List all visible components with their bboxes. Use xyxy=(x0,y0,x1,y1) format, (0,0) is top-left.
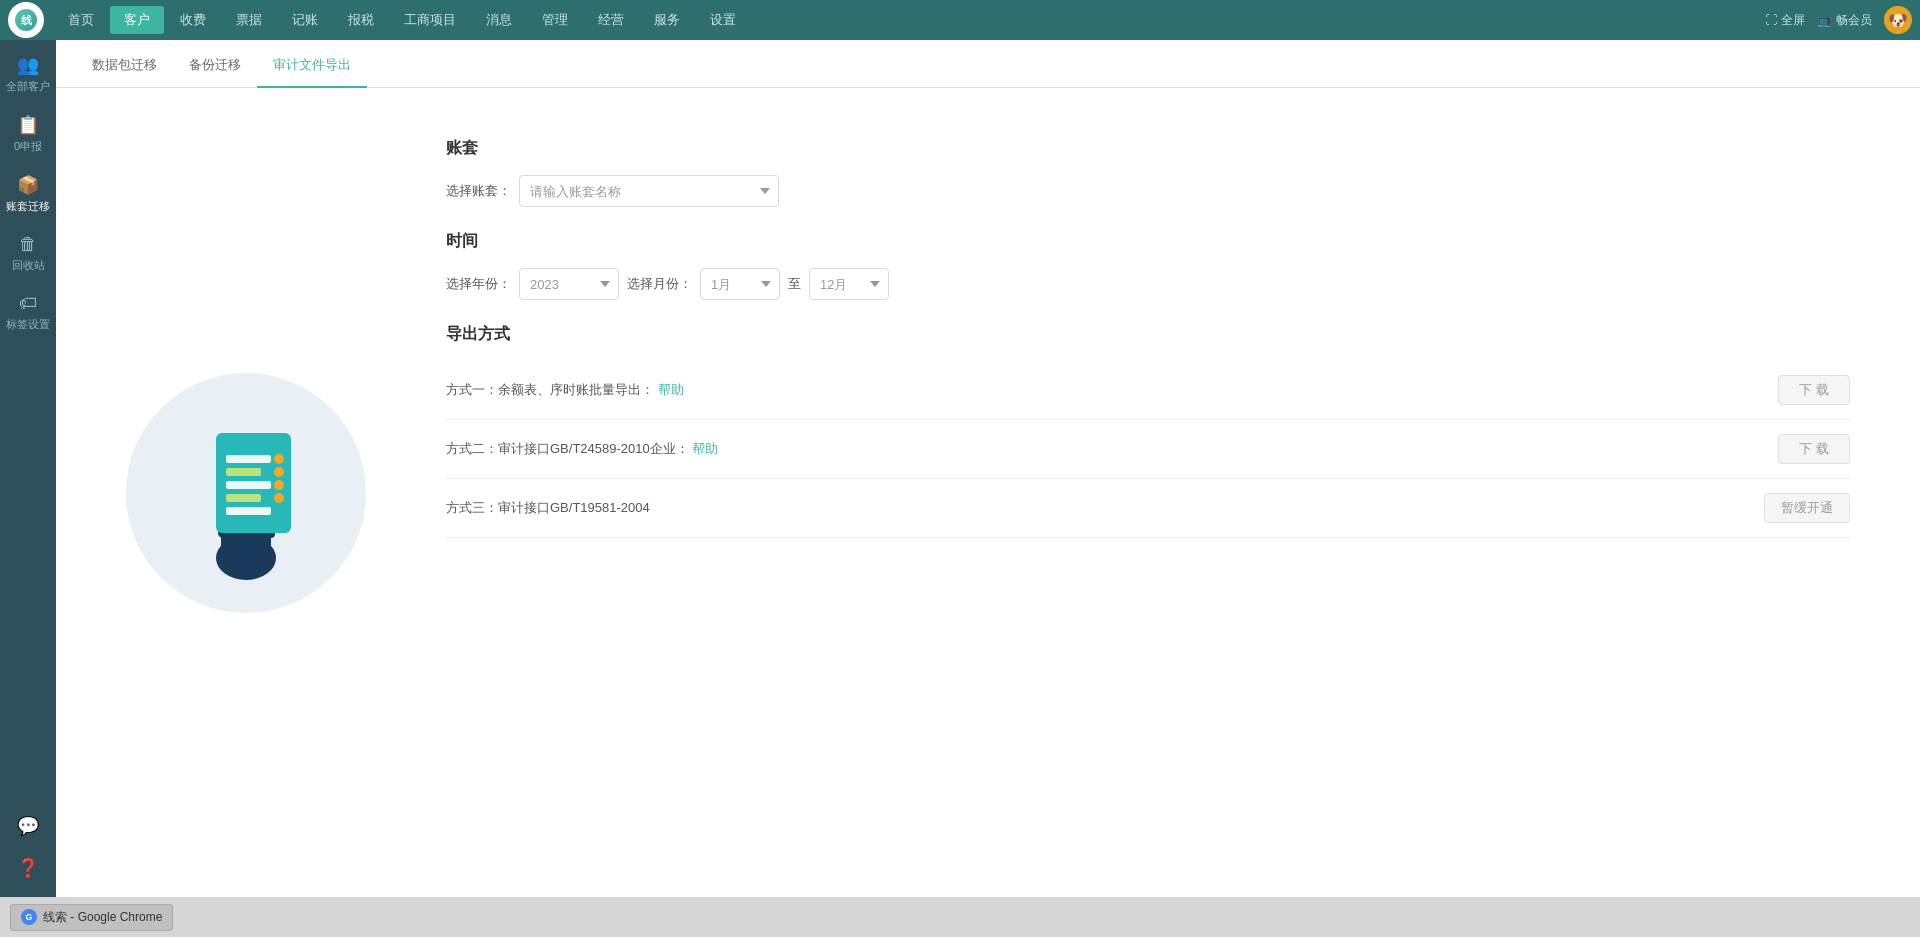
svg-point-16 xyxy=(274,493,284,503)
method2-download-button[interactable]: 下 载 xyxy=(1778,434,1850,464)
illustration-svg xyxy=(166,403,326,583)
sidebar-item-label-recycle-bin: 回收站 xyxy=(12,258,45,273)
fullscreen-icon: ⛶ xyxy=(1765,13,1777,27)
sidebar-item-all-customers[interactable]: 👥 全部客户 xyxy=(0,44,56,104)
sidebar-item-label-tag-settings: 标签设置 xyxy=(6,317,50,332)
fullscreen-button[interactable]: ⛶ 全屏 xyxy=(1765,12,1805,29)
month-label: 选择月份： xyxy=(627,275,692,293)
logo-inner: 线 xyxy=(15,9,37,31)
top-nav-right: ⛶ 全屏 📺 畅会员 🐶 xyxy=(1765,6,1912,34)
sidebar-item-label-account-migration: 账套迁移 xyxy=(6,199,50,214)
fullscreen-label: 全屏 xyxy=(1781,12,1805,29)
method1-text: 方式一：余额表、序时账批量导出： 帮助 xyxy=(446,381,684,399)
nav-bookkeeping[interactable]: 记账 xyxy=(278,6,332,34)
svg-point-13 xyxy=(274,454,284,464)
vip-label: 畅会员 xyxy=(1836,12,1872,29)
tab-backup-migration[interactable]: 备份迁移 xyxy=(173,44,257,88)
nav-business[interactable]: 工商项目 xyxy=(390,6,470,34)
method1-download-button[interactable]: 下 载 xyxy=(1778,375,1850,405)
nav-operation[interactable]: 经营 xyxy=(584,6,638,34)
taskbar-chrome-item[interactable]: G 线索 - Google Chrome xyxy=(10,904,173,931)
method1-label: 方式一：余额表、序时账批量导出： xyxy=(446,382,654,397)
sidebar: 👥 全部客户 📋 0申报 📦 账套迁移 🗑 回收站 🏷 标签设置 💬 ❓ xyxy=(0,40,56,897)
form-area: 账套 选择账套： 请输入账套名称 时间 选择年份： 2023 2020 2021… xyxy=(406,118,1890,867)
content-area: 数据包迁移 备份迁移 审计文件导出 xyxy=(56,40,1920,897)
logo[interactable]: 线 xyxy=(8,2,44,38)
nav-items: 首页 客户 收费 票据 记账 报税 工商项目 消息 管理 经营 服务 设置 xyxy=(54,6,1765,34)
sidebar-item-label-zero-declare: 0申报 xyxy=(14,139,42,154)
nav-service[interactable]: 服务 xyxy=(640,6,694,34)
nav-settings[interactable]: 设置 xyxy=(696,6,750,34)
method2-text: 方式二：审计接口GB/T24589-2010企业： 帮助 xyxy=(446,440,718,458)
nav-fee[interactable]: 收费 xyxy=(166,6,220,34)
svg-point-15 xyxy=(274,480,284,490)
time-form-row: 选择年份： 2023 2020 2021 2022 2024 选择月份： 1月 … xyxy=(446,268,1850,300)
sidebar-bottom: 💬 ❓ xyxy=(13,807,43,897)
sidebar-item-tag-settings[interactable]: 🏷 标签设置 xyxy=(0,283,56,342)
month-from-select[interactable]: 1月 2月 3月 4月 5月 6月 7月 8月 9月 10月 11月 12月 xyxy=(700,268,780,300)
tag-settings-icon: 🏷 xyxy=(19,293,37,314)
nav-message[interactable]: 消息 xyxy=(472,6,526,34)
top-navigation: 线 首页 客户 收费 票据 记账 报税 工商项目 消息 管理 经营 服务 设置 … xyxy=(0,0,1920,40)
page-content: 账套 选择账套： 请输入账套名称 时间 选择年份： 2023 2020 2021… xyxy=(56,88,1920,897)
sidebar-chat-button[interactable]: 💬 xyxy=(13,807,43,845)
year-label: 选择年份： xyxy=(446,275,511,293)
time-section-title: 时间 xyxy=(446,231,1850,252)
nav-home[interactable]: 首页 xyxy=(54,6,108,34)
nav-customer[interactable]: 客户 xyxy=(110,6,164,34)
month-to-select[interactable]: 12月 1月 2月 3月 4月 5月 6月 7月 8月 9月 10月 11月 xyxy=(809,268,889,300)
nav-management[interactable]: 管理 xyxy=(528,6,582,34)
export-section-title: 导出方式 xyxy=(446,324,1850,345)
zero-declare-icon: 📋 xyxy=(17,114,39,136)
all-customers-icon: 👥 xyxy=(17,54,39,76)
chat-icon: 💬 xyxy=(17,815,39,837)
method3-text: 方式三：审计接口GB/T19581-2004 xyxy=(446,499,650,517)
vip-icon: 📺 xyxy=(1817,13,1832,27)
sidebar-help-button[interactable]: ❓ xyxy=(13,849,43,887)
tab-data-package-migration[interactable]: 数据包迁移 xyxy=(76,44,173,88)
export-method-3: 方式三：审计接口GB/T19581-2004 暂缓开通 xyxy=(446,479,1850,538)
account-migration-icon: 📦 xyxy=(17,174,39,196)
sidebar-item-account-migration[interactable]: 📦 账套迁移 xyxy=(0,164,56,224)
account-label: 选择账套： xyxy=(446,182,511,200)
main-layout: 👥 全部客户 📋 0申报 📦 账套迁移 🗑 回收站 🏷 标签设置 💬 ❓ xyxy=(0,40,1920,897)
svg-rect-9 xyxy=(226,468,261,476)
help-icon: ❓ xyxy=(17,857,39,879)
year-select[interactable]: 2023 2020 2021 2022 2024 xyxy=(519,268,619,300)
tab-audit-export[interactable]: 审计文件导出 xyxy=(257,44,367,88)
nav-tax[interactable]: 报税 xyxy=(334,6,388,34)
month-separator: 至 xyxy=(788,275,801,293)
illustration-area xyxy=(86,118,406,867)
vip-button[interactable]: 📺 畅会员 xyxy=(1817,12,1872,29)
svg-rect-11 xyxy=(226,494,261,502)
svg-rect-8 xyxy=(226,455,271,463)
sidebar-item-recycle-bin[interactable]: 🗑 回收站 xyxy=(0,224,56,283)
svg-rect-12 xyxy=(226,507,271,515)
method3-open-button[interactable]: 暂缓开通 xyxy=(1764,493,1850,523)
export-method-1: 方式一：余额表、序时账批量导出： 帮助 下 载 xyxy=(446,361,1850,420)
chrome-icon: G xyxy=(21,909,37,925)
method2-help-link[interactable]: 帮助 xyxy=(692,441,718,456)
account-section-title: 账套 xyxy=(446,138,1850,159)
svg-rect-10 xyxy=(226,481,271,489)
taskbar: G 线索 - Google Chrome xyxy=(0,897,1920,937)
account-select[interactable]: 请输入账套名称 xyxy=(519,175,779,207)
sidebar-item-zero-declare[interactable]: 📋 0申报 xyxy=(0,104,56,164)
method2-label: 方式二：审计接口GB/T24589-2010企业： xyxy=(446,441,689,456)
method1-help-link[interactable]: 帮助 xyxy=(658,382,684,397)
taskbar-item-label: 线索 - Google Chrome xyxy=(43,909,162,926)
illustration-circle xyxy=(126,373,366,613)
nav-invoice[interactable]: 票据 xyxy=(222,6,276,34)
tabs-bar: 数据包迁移 备份迁移 审计文件导出 xyxy=(56,40,1920,88)
sidebar-item-label-all-customers: 全部客户 xyxy=(6,79,50,94)
user-avatar[interactable]: 🐶 xyxy=(1884,6,1912,34)
account-form-row: 选择账套： 请输入账套名称 xyxy=(446,175,1850,207)
svg-point-14 xyxy=(274,467,284,477)
export-method-2: 方式二：审计接口GB/T24589-2010企业： 帮助 下 载 xyxy=(446,420,1850,479)
recycle-bin-icon: 🗑 xyxy=(19,234,37,255)
